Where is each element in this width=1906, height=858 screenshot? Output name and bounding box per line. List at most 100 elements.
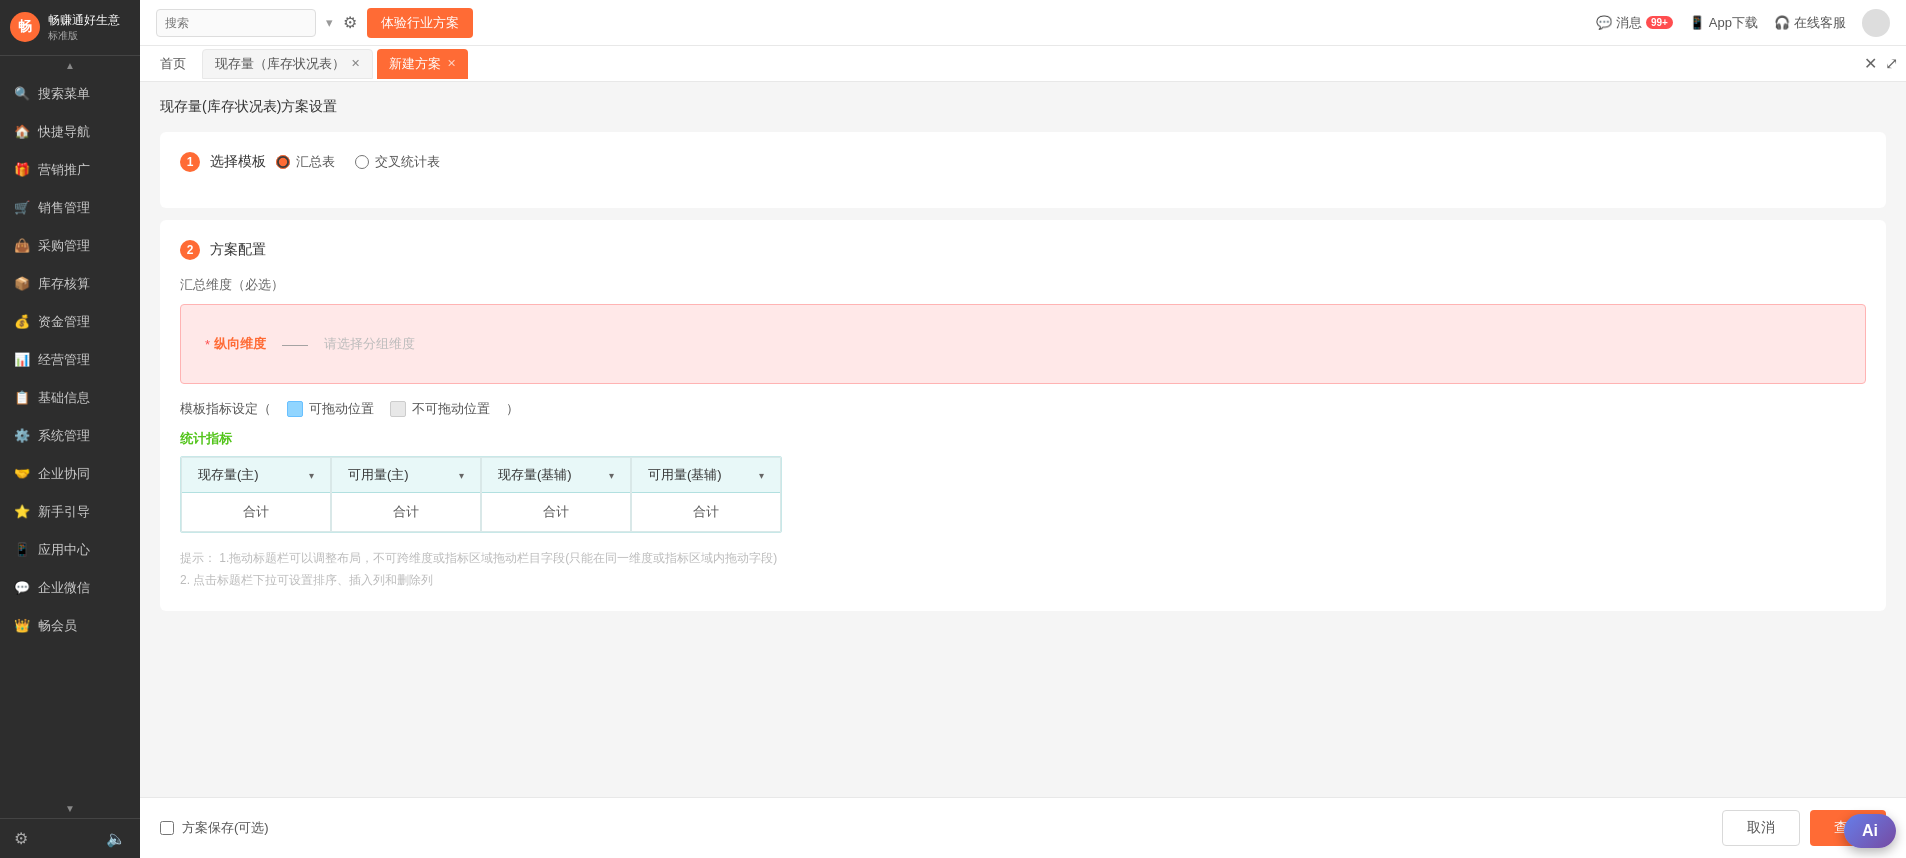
settings-bottom-icon[interactable]: ⚙ [14, 829, 28, 848]
stats-col-3-header: 现存量(基辅) ▾ [482, 458, 630, 493]
sidebar-scroll-down[interactable]: ▼ [0, 799, 140, 818]
handshake-icon: 🤝 [14, 466, 30, 482]
section-template: 1 选择模板 汇总表 交叉统计表 [160, 132, 1886, 208]
stats-col-3-dropdown-icon[interactable]: ▾ [609, 470, 614, 481]
sidebar-item-label: 应用中心 [38, 541, 90, 559]
tab-home[interactable]: 首页 [148, 49, 198, 79]
tab-new-plan[interactable]: 新建方案 ✕ [377, 49, 468, 79]
radio-summary-label: 汇总表 [296, 153, 335, 171]
cart-icon: 🛒 [14, 200, 30, 216]
user-avatar[interactable] [1862, 9, 1890, 37]
radio-summary-input[interactable] [276, 155, 290, 169]
search-dropdown-icon[interactable]: ▾ [326, 15, 333, 30]
stats-col-2-dropdown-icon[interactable]: ▾ [459, 470, 464, 481]
sidebar-scroll-up[interactable]: ▲ [0, 56, 140, 75]
save-checkbox[interactable] [160, 821, 174, 835]
sidebar-item-app-center[interactable]: 📱 应用中心 [0, 531, 140, 569]
online-service-item[interactable]: 🎧 在线客服 [1774, 14, 1846, 32]
box-icon: 📦 [14, 276, 30, 292]
sidebar-item-label: 基础信息 [38, 389, 90, 407]
tab-new-plan-close-icon[interactable]: ✕ [447, 57, 456, 70]
stats-table-header: 现存量(主) ▾ 合计 可用量(主) ▾ 合计 [181, 457, 781, 532]
sidebar-item-marketing[interactable]: 🎁 营销推广 [0, 151, 140, 189]
app-download-item[interactable]: 📱 App下载 [1689, 14, 1758, 32]
sidebar-item-label: 资金管理 [38, 313, 90, 331]
stats-col-2-label: 可用量(主) [348, 466, 409, 484]
section1-title: 选择模板 [210, 153, 266, 171]
app-download-label: App下载 [1709, 14, 1758, 32]
sidebar-item-purchase[interactable]: 👜 采购管理 [0, 227, 140, 265]
headset-icon: 🎧 [1774, 15, 1790, 30]
sidebar-item-label: 营销推广 [38, 161, 90, 179]
sidebar-item-wechat[interactable]: 💬 企业微信 [0, 569, 140, 607]
stats-col-1-dropdown-icon[interactable]: ▾ [309, 470, 314, 481]
sidebar-nav: 🔍 搜索菜单 🏠 快捷导航 🎁 营销推广 🛒 销售管理 👜 采购管理 📦 库存核… [0, 75, 140, 799]
cancel-button[interactable]: 取消 [1722, 810, 1800, 846]
stats-label: 统计指标 [180, 430, 1866, 448]
footer-bar: 方案保存(可选) 取消 查询 [140, 797, 1906, 858]
page-title: 现存量(库存状况表)方案设置 [160, 98, 1886, 116]
settings-icon[interactable]: ⚙ [343, 13, 357, 32]
wechat-icon: 💬 [14, 580, 30, 596]
sidebar-item-sales[interactable]: 🛒 销售管理 [0, 189, 140, 227]
stats-col-1-label: 现存量(主) [198, 466, 259, 484]
tab-inventory-status[interactable]: 现存量（库存状况表） ✕ [202, 49, 373, 79]
sidebar-item-label: 畅会员 [38, 617, 77, 635]
no-drag-box-icon [390, 401, 406, 417]
message-badge: 99+ [1646, 16, 1673, 29]
dimension-area[interactable]: * 纵向维度 —— 请选择分组维度 [180, 304, 1866, 384]
nodrag-indicator: 不可拖动位置 [390, 400, 490, 418]
vip-icon: 👑 [14, 618, 30, 634]
tab-expand-button[interactable]: ⤢ [1885, 54, 1898, 73]
sidebar-item-inventory[interactable]: 📦 库存核算 [0, 265, 140, 303]
sidebar-item-finance[interactable]: 💰 资金管理 [0, 303, 140, 341]
money-icon: 💰 [14, 314, 30, 330]
drag-indicator: 可拖动位置 [287, 400, 374, 418]
radio-cross-input[interactable] [355, 155, 369, 169]
tab-inventory-label: 现存量（库存状况表） [215, 55, 345, 73]
radio-cross[interactable]: 交叉统计表 [355, 153, 440, 171]
section2-title: 方案配置 [210, 241, 266, 259]
sidebar-item-basic-info[interactable]: 📋 基础信息 [0, 379, 140, 417]
sidebar-item-quick-nav[interactable]: 🏠 快捷导航 [0, 113, 140, 151]
sidebar-item-member[interactable]: 👑 畅会员 [0, 607, 140, 645]
tips-area: 提示： 1.拖动标题栏可以调整布局，不可跨维度或指标区域拖动栏目字段(只能在同一… [180, 548, 1866, 591]
audio-bottom-icon[interactable]: 🔈 [106, 829, 126, 848]
message-label: 消息 [1616, 14, 1642, 32]
ai-float-button[interactable]: Ai [1844, 814, 1896, 848]
stats-col-4-dropdown-icon[interactable]: ▾ [759, 470, 764, 481]
grid-icon: 📱 [14, 542, 30, 558]
stats-col-1: 现存量(主) ▾ 合计 [181, 457, 331, 532]
message-item[interactable]: 💬 消息 99+ [1596, 14, 1673, 32]
search-input[interactable] [156, 9, 316, 37]
radio-summary[interactable]: 汇总表 [276, 153, 335, 171]
tab-close-window-button[interactable]: ✕ [1864, 54, 1877, 73]
sidebar-item-label: 新手引导 [38, 503, 90, 521]
message-icon: 💬 [1596, 15, 1612, 30]
sidebar-item-search-menu[interactable]: 🔍 搜索菜单 [0, 75, 140, 113]
summary-dimension-label: 汇总维度（必选） [180, 276, 1866, 294]
stats-col-4-label: 可用量(基辅) [648, 466, 722, 484]
tabs-bar: 首页 现存量（库存状况表） ✕ 新建方案 ✕ ✕ ⤢ [140, 46, 1906, 82]
tip-1: 提示： 1.拖动标题栏可以调整布局，不可跨维度或指标区域拖动栏目字段(只能在同一… [180, 548, 1866, 570]
sidebar-item-system[interactable]: ⚙️ 系统管理 [0, 417, 140, 455]
chart-icon: 📊 [14, 352, 30, 368]
trial-button[interactable]: 体验行业方案 [367, 8, 473, 38]
sidebar-item-label: 企业协同 [38, 465, 90, 483]
dimension-arrow: —— [282, 337, 308, 352]
sidebar-item-new-guide[interactable]: ⭐ 新手引导 [0, 493, 140, 531]
tip-2: 2. 点击标题栏下拉可设置排序、插入列和删除列 [180, 570, 1866, 592]
info-icon: 📋 [14, 390, 30, 406]
stats-table-wrapper: 现存量(主) ▾ 合计 可用量(主) ▾ 合计 [180, 456, 782, 533]
dimension-label: 纵向维度 [214, 335, 266, 353]
stats-col-3-label: 现存量(基辅) [498, 466, 572, 484]
sidebar-item-operation[interactable]: 📊 经营管理 [0, 341, 140, 379]
tabs-actions: ✕ ⤢ [1864, 54, 1898, 73]
template-indicator-label: 模板指标设定（ [180, 400, 271, 418]
topbar-left: ▾ ⚙ 体验行业方案 [156, 8, 473, 38]
tab-inventory-close-icon[interactable]: ✕ [351, 57, 360, 70]
sidebar-item-enterprise[interactable]: 🤝 企业协同 [0, 455, 140, 493]
drag-label: 可拖动位置 [309, 400, 374, 418]
sidebar-item-label: 经营管理 [38, 351, 90, 369]
topbar: ▾ ⚙ 体验行业方案 💬 消息 99+ 📱 App下载 🎧 在线客服 [140, 0, 1906, 46]
